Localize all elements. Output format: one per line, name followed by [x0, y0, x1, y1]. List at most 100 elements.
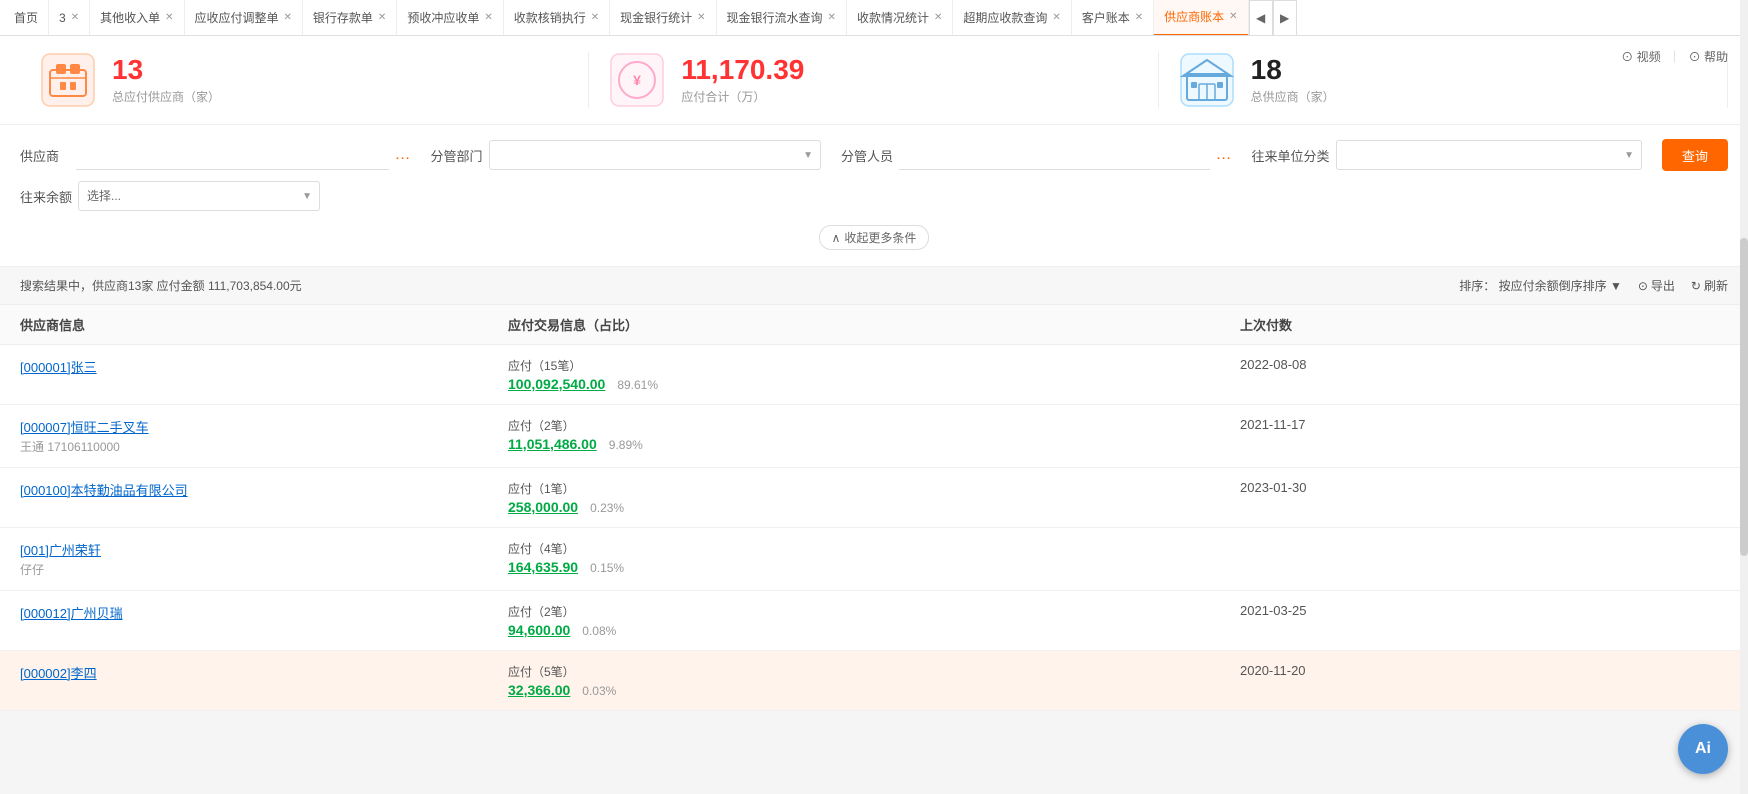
trans-amount-5[interactable]: 94,600.00	[508, 622, 570, 638]
nav-tab-cash-bank-stat[interactable]: 现金银行统计 ✕	[610, 0, 716, 36]
ai-button[interactable]: Ai	[1678, 724, 1728, 774]
dept-select[interactable]	[489, 140, 821, 170]
nav-tab-3-close[interactable]: ✕	[71, 12, 79, 23]
nav-next-arrow[interactable]: ▶	[1273, 0, 1297, 36]
nav-tab-collect-stat-close[interactable]: ✕	[934, 12, 942, 23]
nav-tab-customer-account-close[interactable]: ✕	[1135, 12, 1143, 23]
trans-row-3: 258,000.00 0.23%	[508, 497, 1240, 515]
nav-tab-overdue-collect[interactable]: 超期应收款查询 ✕	[953, 0, 1071, 36]
total-suppliers-icon	[1179, 52, 1235, 108]
header-actions: ⊙ 视频 ｜ ⊙ 帮助	[1621, 48, 1728, 65]
stat-payable-suppliers-number: 13	[112, 56, 220, 84]
sort-option[interactable]: 按应付余额倒序排序 ▼	[1499, 279, 1622, 293]
transaction-cell-4: 应付（4笔） 164,635.90 0.15%	[508, 540, 1240, 575]
trans-percent-6: 0.03%	[582, 684, 616, 698]
nav-tab-cash-bank-stat-close[interactable]: ✕	[697, 12, 705, 23]
nav-prev-arrow[interactable]: ◀	[1249, 0, 1273, 36]
nav-tab-bank-deposit-close[interactable]: ✕	[378, 12, 386, 23]
unit-category-select[interactable]	[1336, 140, 1642, 170]
nav-tab-advance-collect[interactable]: 预收冲应收单 ✕	[397, 0, 503, 36]
nav-tab-ap-adjust-close[interactable]: ✕	[284, 12, 292, 23]
supplier-link-guangzhourongxuan[interactable]: [001]广州荣轩	[20, 540, 508, 559]
nav-tab-advance-collect-close[interactable]: ✕	[484, 12, 492, 23]
table-row: [000001]张三 应付（15笔） 100,092,540.00 89.61%…	[0, 345, 1748, 405]
supplier-link-zhangsan[interactable]: [000001]张三	[20, 357, 508, 376]
nav-tab-bank-deposit[interactable]: 银行存款单 ✕	[303, 0, 397, 36]
trans-amount-2[interactable]: 11,051,486.00	[508, 436, 597, 452]
sort-prefix: 排序：	[1459, 279, 1495, 293]
nav-tab-collect-verify-close[interactable]: ✕	[591, 12, 599, 23]
sort-label: 排序： 按应付余额倒序排序 ▼	[1459, 277, 1622, 294]
nav-tab-other-income[interactable]: 其他收入单 ✕	[90, 0, 184, 36]
filter-dept-label: 分管部门	[431, 146, 483, 165]
collapse-button-wrapper: ∧ 收起更多条件	[20, 221, 1728, 258]
supplier-link-hengwang[interactable]: [000007]恒旺二手叉车	[20, 417, 508, 436]
nav-tab-3[interactable]: 3 ✕	[49, 0, 90, 36]
refresh-icon: ↻	[1691, 279, 1701, 293]
table-row: [001]广州荣轩 仔仔 应付（4笔） 164,635.90 0.15%	[0, 528, 1748, 591]
trans-label-1: 应付（15笔）	[508, 357, 1240, 374]
money-icon-svg: ¥	[609, 52, 665, 108]
trans-label-6: 应付（5笔）	[508, 663, 1240, 680]
nav-tab-overdue-collect-label: 超期应收款查询	[963, 9, 1047, 26]
unit-category-select-wrapper: ▼	[1336, 140, 1642, 170]
supplier-dots-button[interactable]: …	[395, 146, 411, 164]
nav-tab-supplier-account-label: 供应商账本	[1164, 8, 1224, 25]
trans-amount-1[interactable]: 100,092,540.00	[508, 376, 605, 392]
trans-label-5: 应付（2笔）	[508, 603, 1240, 620]
video-link[interactable]: ⊙ 视频	[1621, 48, 1660, 65]
collapse-button[interactable]: ∧ 收起更多条件	[819, 225, 930, 250]
payable-suppliers-icon	[40, 52, 96, 108]
lastpay-cell-1: 2022-08-08	[1240, 357, 1728, 372]
trans-percent-1: 89.61%	[617, 378, 658, 392]
person-input[interactable]	[899, 140, 1209, 170]
trans-percent-4: 0.15%	[590, 561, 624, 575]
refresh-button[interactable]: ↻ 刷新	[1691, 277, 1728, 294]
nav-tab-customer-account[interactable]: 客户账本 ✕	[1072, 0, 1154, 36]
filter-supplier-label: 供应商	[20, 146, 70, 165]
nav-tab-other-income-close[interactable]: ✕	[165, 12, 173, 23]
filter-balance-label: 往来余额	[20, 187, 72, 206]
search-button[interactable]: 查询	[1662, 139, 1728, 171]
balance-select-wrapper: 选择... ▼	[78, 181, 320, 211]
trans-row-5: 94,600.00 0.08%	[508, 620, 1240, 638]
data-table: 供应商信息 应付交易信息（占比） 上次付数 [000001]张三 应付（15笔）…	[0, 305, 1748, 711]
scrollbar-track[interactable]	[1740, 0, 1748, 794]
supplier-link-bente[interactable]: [000100]本特勤油品有限公司	[20, 480, 508, 499]
supplier-link-lisi[interactable]: [000002]李四	[20, 663, 508, 682]
export-button[interactable]: ⊙ 导出	[1638, 277, 1675, 294]
trans-label-4: 应付（4笔）	[508, 540, 1240, 557]
supplier-input[interactable]	[76, 140, 389, 170]
filter-person-label: 分管人员	[841, 146, 893, 165]
help-link-label: 帮助	[1704, 50, 1728, 64]
refresh-label: 刷新	[1704, 277, 1728, 294]
supplier-info-cell-5: [000012]广州贝瑞	[20, 603, 508, 622]
nav-tab-ap-adjust[interactable]: 应收应付调整单 ✕	[185, 0, 303, 36]
trans-amount-6[interactable]: 32,366.00	[508, 682, 570, 698]
nav-tab-overdue-collect-close[interactable]: ✕	[1052, 12, 1060, 23]
scrollbar-thumb[interactable]	[1740, 238, 1748, 556]
nav-tab-customer-account-label: 客户账本	[1082, 9, 1130, 26]
trans-amount-4[interactable]: 164,635.90	[508, 559, 578, 575]
nav-tab-supplier-account[interactable]: 供应商账本 ✕	[1154, 0, 1248, 36]
transaction-cell-6: 应付（5笔） 32,366.00 0.03%	[508, 663, 1240, 698]
table-row: [000007]恒旺二手叉车 王通 17106110000 应付（2笔） 11,…	[0, 405, 1748, 468]
filter-supplier: 供应商 …	[20, 140, 411, 170]
supplier-link-guangzhoubeirui[interactable]: [000012]广州贝瑞	[20, 603, 508, 622]
filter-unit-category: 往来单位分类 ▼	[1252, 140, 1643, 170]
stat-payable-total-label: 应付合计（万）	[681, 88, 804, 105]
video-link-label: 视频	[1637, 50, 1661, 64]
trans-amount-3[interactable]: 258,000.00	[508, 499, 578, 515]
supplier-contact-4: 仔仔	[20, 561, 508, 578]
nav-tab-home[interactable]: 首页	[4, 0, 49, 36]
balance-select[interactable]: 选择...	[78, 181, 320, 211]
nav-tab-collect-verify[interactable]: 收款核销执行 ✕	[504, 0, 610, 36]
nav-tab-cash-bank-flow[interactable]: 现金银行流水查询 ✕	[717, 0, 847, 36]
nav-tab-collect-stat[interactable]: 收款情况统计 ✕	[847, 0, 953, 36]
nav-tab-supplier-account-close[interactable]: ✕	[1229, 11, 1237, 22]
person-dots-button[interactable]: …	[1216, 146, 1232, 164]
help-link[interactable]: ⊙ 帮助	[1689, 48, 1728, 65]
nav-tab-cash-bank-flow-close[interactable]: ✕	[828, 12, 836, 23]
results-bar: 搜索结果中，供应商13家 应付金额 111,703,854.00元 排序： 按应…	[0, 267, 1748, 305]
filter-balance: 往来余额 选择... ▼	[20, 181, 320, 211]
